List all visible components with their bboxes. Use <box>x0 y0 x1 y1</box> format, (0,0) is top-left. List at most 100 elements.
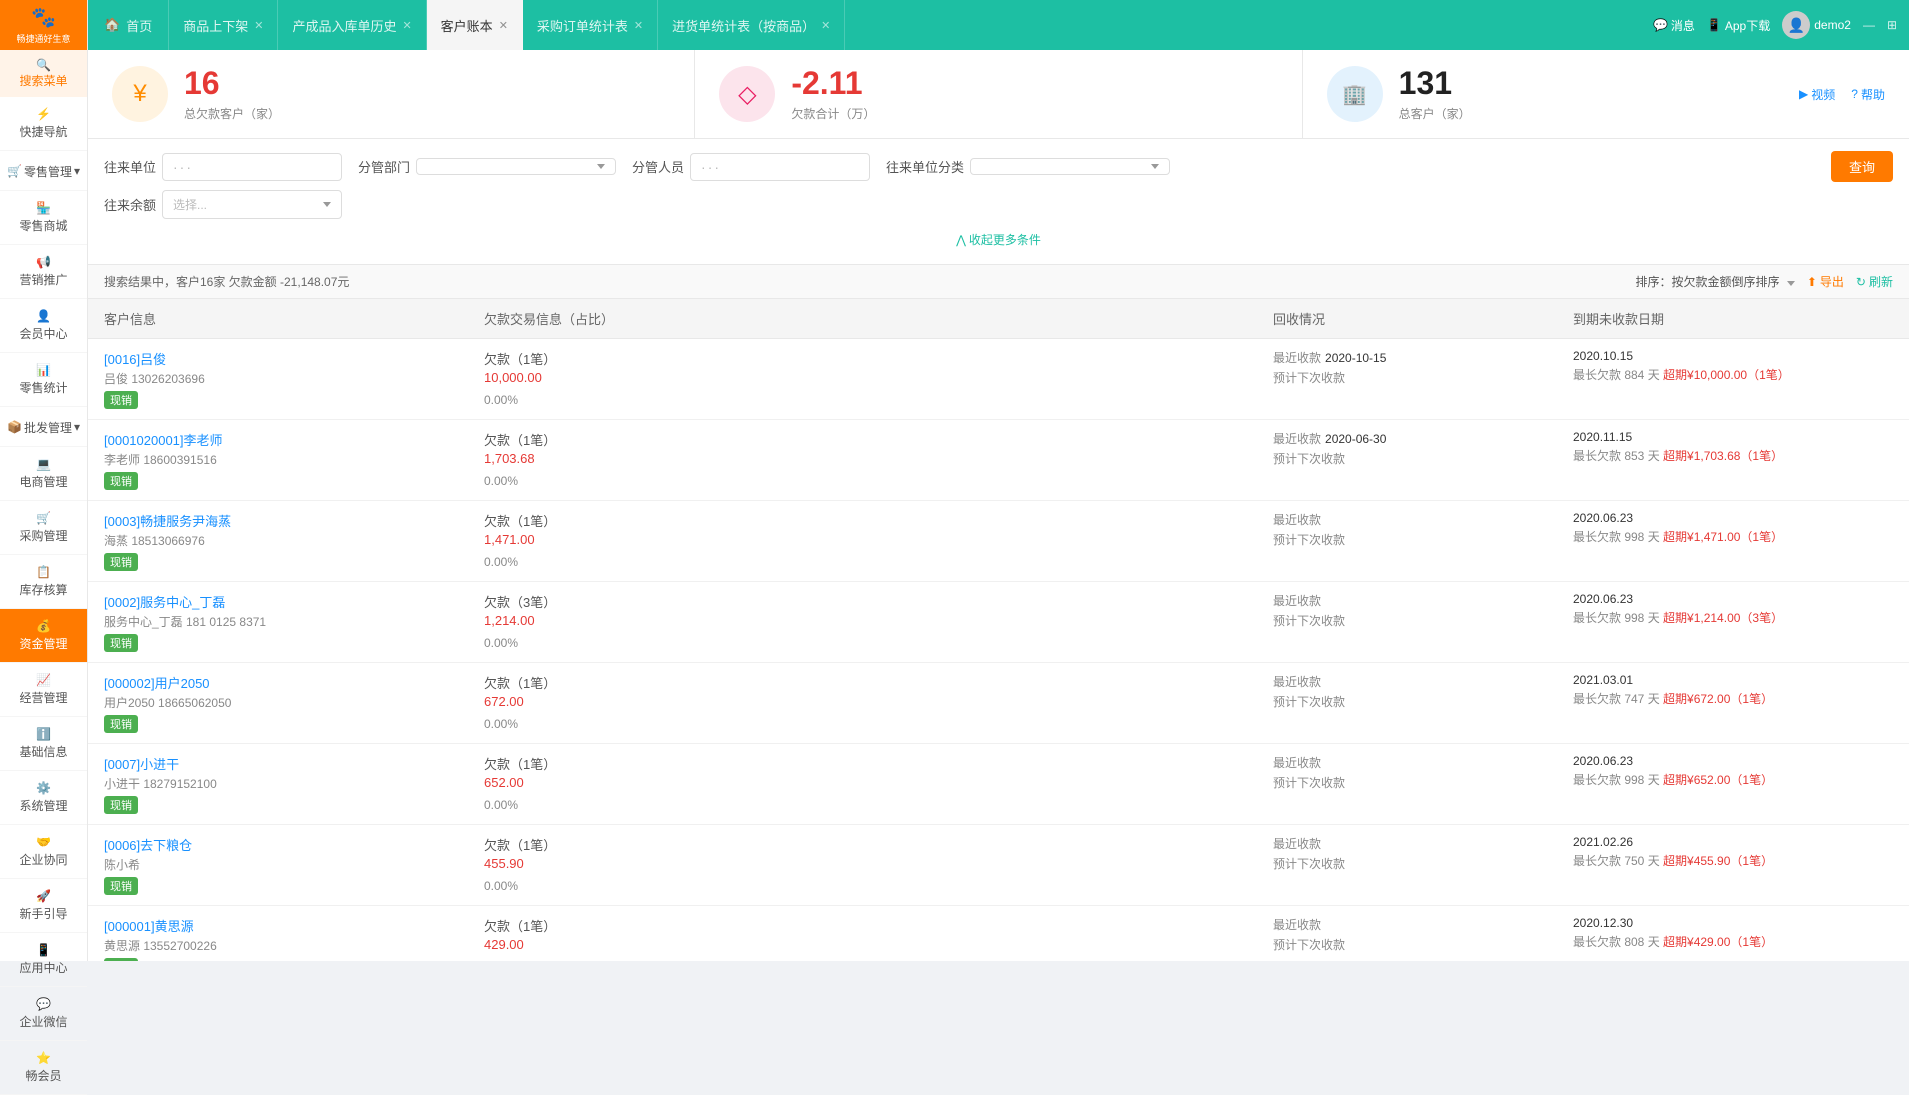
tab-purchase-order[interactable]: 采购订单统计表 ✕ <box>523 0 658 50</box>
cell-recovery: 最近收款 预计下次收款 <box>1273 511 1573 551</box>
tab-home[interactable]: 🏠 首页 <box>88 0 169 50</box>
debt-amount[interactable]: 10,000.00 <box>484 370 1273 385</box>
refresh-button[interactable]: ↻ 刷新 <box>1856 273 1893 290</box>
sidebar-item-system[interactable]: ⚙️ 系统管理 <box>0 771 87 825</box>
debt-amount[interactable]: 672.00 <box>484 694 1273 709</box>
sidebar-item-finance[interactable]: 💰 资金管理 <box>0 609 87 663</box>
filter-manager: 分管人员 ··· <box>632 153 870 181</box>
sidebar-item-enterprise[interactable]: 🤝 企业协同 <box>0 825 87 879</box>
building-icon: 🏢 <box>1327 66 1383 122</box>
overdue-link[interactable]: 超期¥10,000.00（1笔） <box>1663 368 1790 382</box>
sidebar-item-basic-info[interactable]: ℹ️ 基础信息 <box>0 717 87 771</box>
tab-close-icon[interactable]: ✕ <box>499 19 508 32</box>
customer-name-link[interactable]: [000001]黄思源 <box>104 919 194 934</box>
tab-close-icon[interactable]: ✕ <box>821 19 830 32</box>
sidebar-item-retail-mgmt[interactable]: 🛒 零售管理 ▾ <box>0 151 87 191</box>
sidebar-item-batch-mgmt[interactable]: 📦 批发管理 ▾ <box>0 407 87 447</box>
sidebar-item-label: 营销推广 <box>0 271 87 288</box>
video-btn[interactable]: ▶ 视频 <box>1799 86 1835 103</box>
dept-label: 分管部门 <box>358 157 410 176</box>
tab-customer-account[interactable]: 客户账本 ✕ <box>427 0 523 50</box>
sidebar-item-operation[interactable]: 📈 经营管理 <box>0 663 87 717</box>
debt-amount[interactable]: 652.00 <box>484 775 1273 790</box>
sidebar-item-retail-stats[interactable]: 📊 零售统计 <box>0 353 87 407</box>
stats-card-3-info: 131 总客户（家） <box>1399 66 1471 122</box>
customer-name-link[interactable]: [0001020001]李老师 <box>104 433 223 448</box>
customer-name-link[interactable]: [0002]服务中心_丁磊 <box>104 595 225 610</box>
chevron-up-icon: ⋀ <box>956 233 966 247</box>
sidebar-item-app-center[interactable]: 📱 应用中心 <box>0 933 87 987</box>
total-customers-label: 总客户（家） <box>1399 105 1471 122</box>
debt-count: 欠款（1笔） <box>484 673 1273 692</box>
app-logo: 🐾 畅捷通好生意 <box>0 0 87 50</box>
tab-products-off[interactable]: 商品上下架 ✕ <box>169 0 278 50</box>
cell-due: 2021.02.26 最长欠款 750 天 超期¥455.90（1笔） <box>1573 835 1893 869</box>
sort-selector[interactable]: 排序：按欠款金额倒序排序 <box>1635 273 1794 290</box>
tab-close-icon[interactable]: ✕ <box>634 19 643 32</box>
overdue-link[interactable]: 超期¥455.90（1笔） <box>1663 854 1773 868</box>
sidebar-item-fast-nav[interactable]: ⚡ 快捷导航 <box>0 97 87 151</box>
topbar-message-btn[interactable]: 💬 消息 <box>1653 17 1695 34</box>
tab-label: 采购订单统计表 <box>537 16 628 35</box>
sidebar-item-ecommerce[interactable]: 💻 电商管理 <box>0 447 87 501</box>
filter-collapse-btn[interactable]: ⋀ 收起更多条件 <box>104 227 1893 256</box>
balance-select[interactable]: 选择... <box>162 190 342 219</box>
unit-class-select[interactable] <box>970 158 1170 175</box>
customer-name-link[interactable]: [0006]去下粮仓 <box>104 838 192 853</box>
topbar-app-download-btn[interactable]: 📱 App下载 <box>1707 17 1770 34</box>
debt-amount[interactable]: 455.90 <box>484 856 1273 871</box>
overdue-link[interactable]: 超期¥1,471.00（1笔） <box>1663 530 1783 544</box>
overdue-link[interactable]: 超期¥652.00（1笔） <box>1663 773 1773 787</box>
sidebar-item-beginner[interactable]: 🚀 新手引导 <box>0 879 87 933</box>
dept-select[interactable] <box>416 158 616 175</box>
debt-count: 欠款（1笔） <box>484 916 1273 935</box>
topbar-user-btn[interactable]: 👤 demo2 <box>1782 11 1851 39</box>
sidebar-item-marketing[interactable]: 📢 营销推广 <box>0 245 87 299</box>
sidebar: 🐾 畅捷通好生意 🔍 搜索菜单 ⚡ 快捷导航 🛒 零售管理 ▾ 🏪 零售商城 📢… <box>0 0 88 961</box>
sidebar-item-retail-store[interactable]: 🏪 零售商城 <box>0 191 87 245</box>
sidebar-item-label: 畅会员 <box>0 1067 87 1084</box>
tab-label: 首页 <box>126 16 152 35</box>
customer-name-link[interactable]: [0016]吕俊 <box>104 352 166 367</box>
app-download-icon: 📱 <box>1707 18 1722 32</box>
customer-name-link[interactable]: [000002]用户2050 <box>104 676 210 691</box>
sidebar-item-label: 批发管理 <box>24 419 72 436</box>
tab-close-icon[interactable]: ✕ <box>402 19 411 32</box>
sidebar-item-search-menu[interactable]: 🔍 搜索菜单 <box>0 50 87 97</box>
from-unit-input[interactable]: ··· <box>162 153 342 181</box>
debt-amount[interactable]: 429.00 <box>484 937 1273 952</box>
overdue-link[interactable]: 超期¥1,214.00（3笔） <box>1663 611 1783 625</box>
window-minimize-btn[interactable]: — <box>1863 18 1875 32</box>
overdue-link[interactable]: 超期¥429.00（1笔） <box>1663 935 1773 949</box>
table-header: 客户信息 欠款交易信息（占比） 回收情况 到期未收款日期 <box>88 299 1909 339</box>
help-btn[interactable]: ? 帮助 <box>1851 86 1885 103</box>
manager-input[interactable]: ··· <box>690 153 870 181</box>
manager-value: ··· <box>701 159 721 175</box>
tab-close-icon[interactable]: ✕ <box>254 19 263 32</box>
tab-stock-stats[interactable]: 进货单统计表（按商品） ✕ <box>658 0 845 50</box>
debt-amount[interactable]: 1,214.00 <box>484 613 1273 628</box>
sidebar-item-inventory[interactable]: 📋 库存核算 <box>0 555 87 609</box>
sidebar-item-member[interactable]: 👤 会员中心 <box>0 299 87 353</box>
debt-amount[interactable]: 1,703.68 <box>484 451 1273 466</box>
overdue-link[interactable]: 超期¥672.00（1笔） <box>1663 692 1773 706</box>
debt-count: 欠款（1笔） <box>484 349 1273 368</box>
sidebar-item-purchase[interactable]: 🛒 采购管理 <box>0 501 87 555</box>
debt-percent: 0.00% <box>484 474 1273 488</box>
help-label: 帮助 <box>1861 86 1885 103</box>
sidebar-item-label: 快捷导航 <box>0 123 87 140</box>
topbar-actions: 💬 消息 📱 App下载 👤 demo2 — ⊞ <box>1641 11 1909 39</box>
sidebar-item-enterprise-wechat[interactable]: 💬 企业微信 <box>0 987 87 1041</box>
tab-product-history[interactable]: 产成品入库单历史 ✕ <box>278 0 426 50</box>
overdue-link[interactable]: 超期¥1,703.68（1笔） <box>1663 449 1783 463</box>
debt-total-label: 欠款合计（万） <box>791 105 875 122</box>
search-button[interactable]: 查询 <box>1831 151 1893 182</box>
window-maximize-btn[interactable]: ⊞ <box>1887 18 1897 32</box>
customer-phone: 服务中心_丁磊 181 0125 8371 <box>104 613 484 630</box>
debt-amount[interactable]: 1,471.00 <box>484 532 1273 547</box>
customer-name-link[interactable]: [0003]畅捷服务尹海蒸 <box>104 514 231 529</box>
export-button[interactable]: ⬆ 导出 <box>1807 273 1844 290</box>
customer-name-link[interactable]: [0007]小进干 <box>104 757 179 772</box>
stats-card-1-info: 16 总欠款客户（家） <box>184 66 280 122</box>
sidebar-item-member-plus[interactable]: ⭐ 畅会员 <box>0 1041 87 1095</box>
